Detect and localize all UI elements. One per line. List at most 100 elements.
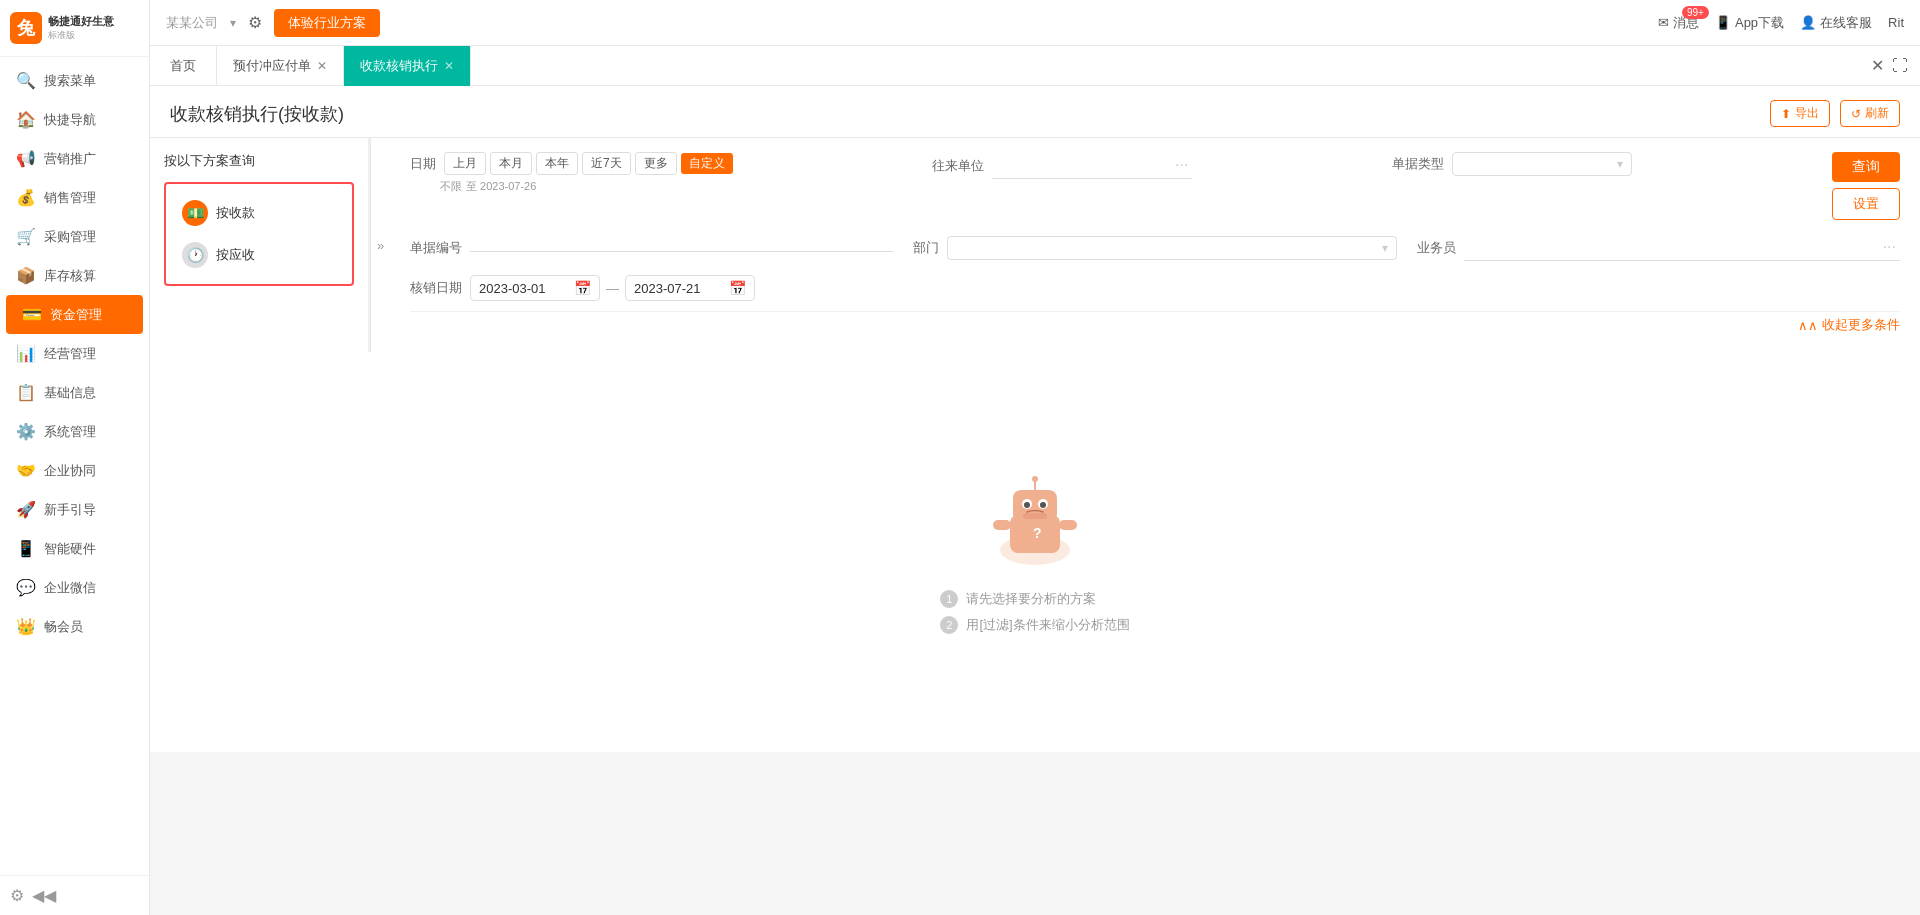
- settings-icon[interactable]: ⚙: [10, 886, 24, 905]
- sidebar-item-marketing[interactable]: 📢 营销推广: [0, 139, 149, 178]
- date-label: 日期: [410, 155, 436, 173]
- page-header: 收款核销执行(按收款) ⬆ 导出 ↺ 刷新: [150, 86, 1920, 138]
- more-dates-btn[interactable]: 更多: [635, 152, 677, 175]
- counterparty-input[interactable]: ···: [992, 152, 1192, 179]
- svg-rect-11: [1059, 520, 1077, 530]
- close-tab-icon[interactable]: ✕: [1871, 56, 1884, 75]
- collapse-sidebar-icon[interactable]: ◀◀: [32, 886, 56, 905]
- company-name: 某某公司: [166, 14, 218, 32]
- page-header-actions: ⬆ 导出 ↺ 刷新: [1770, 100, 1900, 127]
- doc-type-field: 单据类型 ▾: [1392, 152, 1632, 176]
- message-button[interactable]: ✉ 消息 99+: [1658, 14, 1699, 32]
- logo-icon: 兔: [10, 12, 42, 44]
- last-7days-btn[interactable]: 近7天: [582, 152, 631, 175]
- sidebar-item-system[interactable]: ⚙️ 系统管理: [0, 412, 149, 451]
- filter-panel-title: 按以下方案查询: [164, 152, 354, 170]
- filter-options: 💵 按收款 🕐 按应收: [164, 182, 354, 286]
- topbar: 某某公司 ▾ ⚙ 体验行业方案 ✉ 消息 99+ 📱 App下载 👤 在线客服 …: [150, 0, 1920, 46]
- sidebar-item-quick-nav[interactable]: 🏠 快捷导航: [0, 100, 149, 139]
- query-button[interactable]: 查询: [1832, 152, 1900, 182]
- sidebar-item-finance[interactable]: 💳 资金管理: [6, 295, 143, 334]
- tab-close-collection[interactable]: ✕: [444, 59, 454, 73]
- settings-button[interactable]: 设置: [1832, 188, 1900, 220]
- system-icon: ⚙️: [16, 422, 36, 441]
- sidebar-item-wechat[interactable]: 💬 企业微信: [0, 568, 149, 607]
- counterparty-dots[interactable]: ···: [1171, 156, 1192, 174]
- salesperson-dots[interactable]: ···: [1879, 238, 1900, 256]
- search-icon: 🔍: [16, 71, 36, 90]
- salesperson-input[interactable]: ···: [1464, 234, 1900, 261]
- receivable-icon: 🕐: [182, 242, 208, 268]
- solution-button[interactable]: 体验行业方案: [274, 9, 380, 37]
- tabbar-actions: ✕ ⛶: [1859, 56, 1920, 75]
- sidebar-item-purchase[interactable]: 🛒 采购管理: [0, 217, 149, 256]
- salesperson-field: 业务员 ···: [1417, 234, 1900, 261]
- inventory-icon: 📦: [16, 266, 36, 285]
- custom-date-tag[interactable]: 自定义: [681, 153, 733, 174]
- department-select[interactable]: ▾: [947, 236, 1396, 260]
- doc-number-input[interactable]: [470, 243, 893, 252]
- collapse-more-btn[interactable]: ∧∧ 收起更多条件: [410, 311, 1900, 338]
- department-arrow-icon: ▾: [1382, 241, 1388, 255]
- search-row-2: 单据编号 部门 ▾ 业务员 ···: [410, 234, 1900, 261]
- sidebar-item-sales[interactable]: 💰 销售管理: [0, 178, 149, 217]
- refresh-icon: ↺: [1851, 107, 1861, 121]
- tab-collection[interactable]: 收款核销执行 ✕: [344, 46, 471, 86]
- sidebar-item-member[interactable]: 👑 畅会员: [0, 607, 149, 646]
- filter-collapse-btn[interactable]: »: [370, 138, 390, 352]
- refresh-button[interactable]: ↺ 刷新: [1840, 100, 1900, 127]
- doc-type-select[interactable]: ▾: [1452, 152, 1632, 176]
- filter-option-receivable[interactable]: 🕐 按应收: [166, 234, 352, 276]
- filter-option-receipt[interactable]: 💵 按收款: [166, 192, 352, 234]
- verify-date-start-input[interactable]: 2023-03-01 📅: [470, 275, 600, 301]
- tab-home[interactable]: 首页: [150, 46, 217, 86]
- receipt-icon: 💵: [182, 200, 208, 226]
- this-month-btn[interactable]: 本月: [490, 152, 532, 175]
- tab-prepay[interactable]: 预付冲应付单 ✕: [217, 46, 344, 86]
- topbar-gear-icon[interactable]: ⚙: [248, 13, 262, 32]
- company-arrow-icon[interactable]: ▾: [230, 16, 236, 30]
- doc-number-label: 单据编号: [410, 239, 462, 257]
- date-no-limit: 不限: [440, 179, 462, 194]
- service-icon: 👤: [1800, 15, 1816, 30]
- tab-close-prepay[interactable]: ✕: [317, 59, 327, 73]
- last-month-btn[interactable]: 上月: [444, 152, 486, 175]
- enterprise-icon: 🤝: [16, 461, 36, 480]
- tip-num-2: 2: [940, 616, 958, 634]
- svg-text:?: ?: [1033, 525, 1042, 541]
- sidebar-nav: 🔍 搜索菜单 🏠 快捷导航 📢 营销推广 💰 销售管理 🛒 采购管理 📦 库存核…: [0, 57, 149, 875]
- sidebar-item-guide[interactable]: 🚀 新手引导: [0, 490, 149, 529]
- sidebar-item-operation[interactable]: 📊 经营管理: [0, 334, 149, 373]
- verify-date-label: 核销日期: [410, 279, 462, 297]
- receivable-label: 按应收: [216, 246, 255, 264]
- verify-date-range: 2023-03-01 📅 — 2023-07-21 📅: [470, 275, 755, 301]
- app-download-button[interactable]: 📱 App下载: [1715, 14, 1784, 32]
- sidebar-item-inventory[interactable]: 📦 库存核算: [0, 256, 149, 295]
- search-area: 日期 上月 本月 本年 近7天 更多 自定义 不限: [390, 138, 1920, 352]
- message-icon: ✉: [1658, 15, 1669, 30]
- svg-rect-9: [1023, 513, 1047, 519]
- department-label: 部门: [913, 239, 939, 257]
- tabbar: 首页 预付冲应付单 ✕ 收款核销执行 ✕ ✕ ⛶: [150, 46, 1920, 86]
- sidebar-item-enterprise[interactable]: 🤝 企业协同: [0, 451, 149, 490]
- filter-panel: 按以下方案查询 💵 按收款 🕐 按应收: [150, 138, 370, 352]
- purchase-icon: 🛒: [16, 227, 36, 246]
- calendar-start-icon: 📅: [574, 280, 591, 296]
- sidebar-item-search[interactable]: 🔍 搜索菜单: [0, 61, 149, 100]
- sidebar: 兔 畅捷通好生意 标准版 🔍 搜索菜单 🏠 快捷导航 📢 营销推广 💰 销售管理…: [0, 0, 150, 915]
- sales-icon: 💰: [16, 188, 36, 207]
- tip-num-1: 1: [940, 590, 958, 608]
- verify-date-end-input[interactable]: 2023-07-21 📅: [625, 275, 755, 301]
- export-button[interactable]: ⬆ 导出: [1770, 100, 1830, 127]
- counterparty-label: 往来单位: [932, 157, 984, 175]
- svg-point-6: [1040, 502, 1046, 508]
- finance-icon: 💳: [22, 305, 42, 324]
- online-service-button[interactable]: 👤 在线客服: [1800, 14, 1872, 32]
- sidebar-item-basic-info[interactable]: 📋 基础信息: [0, 373, 149, 412]
- date-separator: —: [606, 281, 619, 296]
- basic-info-icon: 📋: [16, 383, 36, 402]
- this-year-btn[interactable]: 本年: [536, 152, 578, 175]
- query-actions: 查询 设置: [1832, 152, 1900, 220]
- sidebar-item-hardware[interactable]: 📱 智能硬件: [0, 529, 149, 568]
- expand-tab-icon[interactable]: ⛶: [1892, 57, 1908, 75]
